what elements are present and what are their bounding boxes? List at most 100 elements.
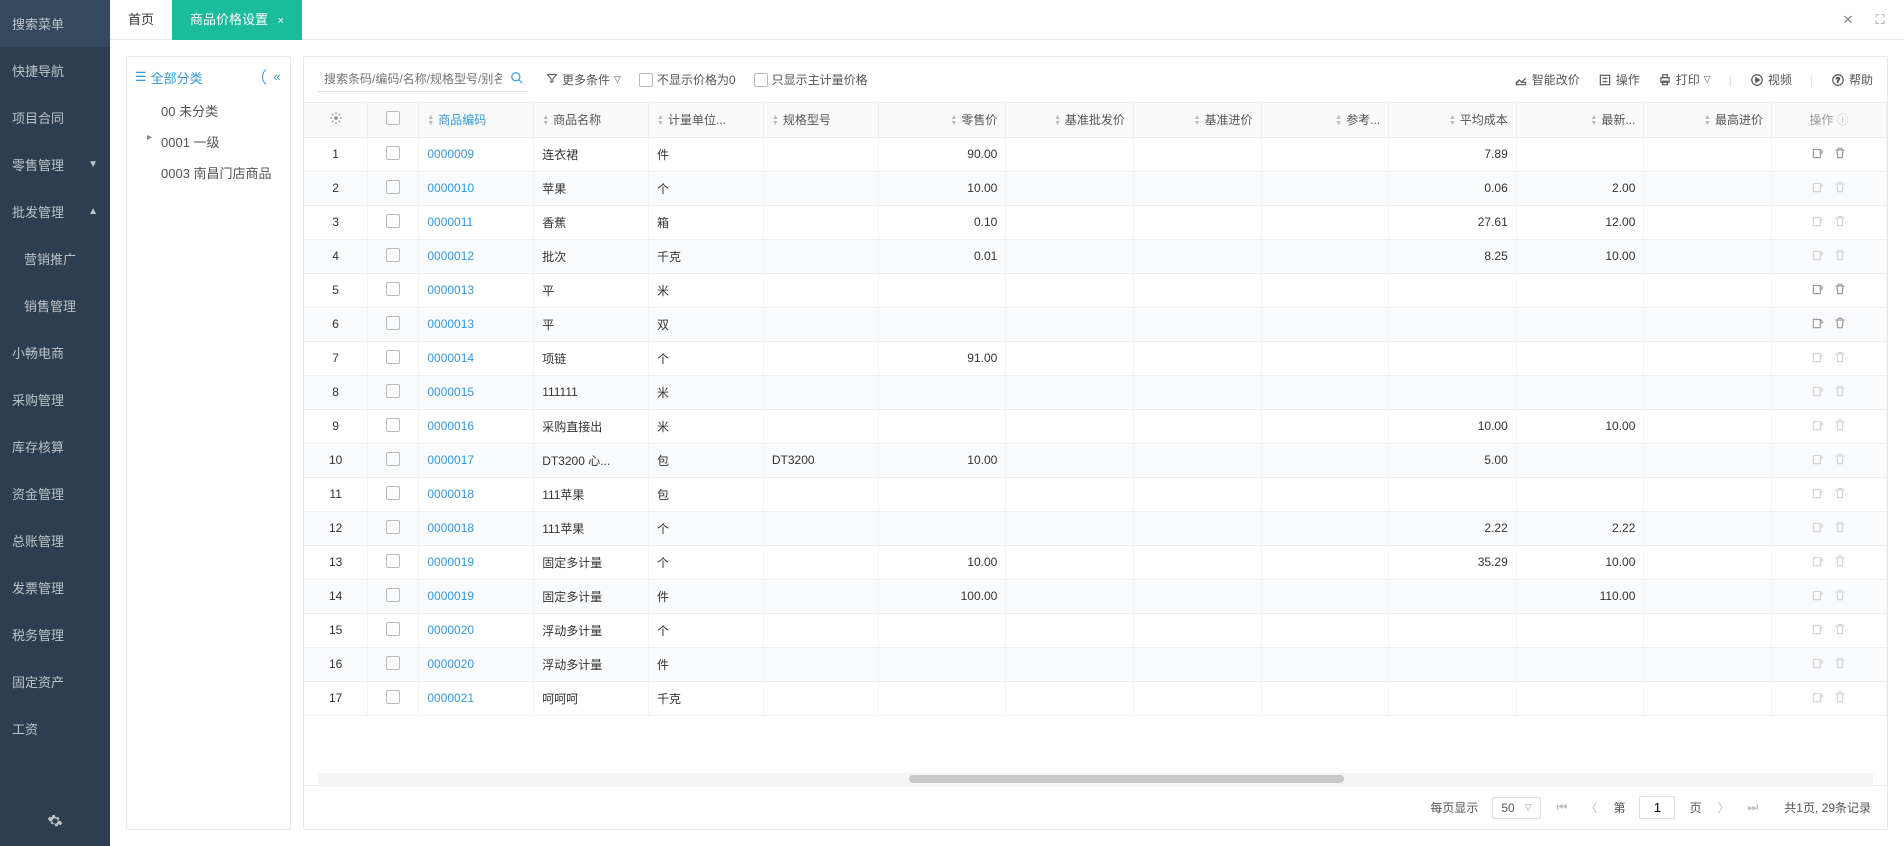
row-checkbox[interactable] [368, 443, 419, 477]
sidebar-item-15[interactable]: 工资 [0, 705, 110, 752]
row-edit-icon[interactable] [1811, 282, 1825, 299]
sidebar-item-1[interactable]: 快捷导航 [0, 47, 110, 94]
row-checkbox[interactable] [368, 477, 419, 511]
row-checkbox[interactable] [368, 375, 419, 409]
sort-icon[interactable]: ▲▼ [1194, 115, 1201, 127]
row-delete-icon[interactable] [1833, 146, 1847, 163]
row-checkbox[interactable] [368, 681, 419, 715]
row-delete-icon[interactable] [1833, 316, 1847, 333]
cell-code[interactable]: 0000020 [419, 613, 534, 647]
row-edit-icon[interactable] [1811, 316, 1825, 333]
main-unit-checkbox[interactable]: 只显示主计量价格 [754, 71, 868, 88]
col-header-1[interactable]: ▲▼商品名称 [534, 103, 649, 137]
row-checkbox[interactable] [368, 137, 419, 171]
sidebar-item-3[interactable]: 零售管理▼ [0, 141, 110, 188]
sidebar-item-2[interactable]: 项目合同 [0, 94, 110, 141]
row-checkbox[interactable] [368, 579, 419, 613]
col-header-7[interactable]: ▲▼参考... [1261, 103, 1389, 137]
search-input[interactable] [318, 67, 528, 92]
more-conditions-button[interactable]: 更多条件 ▽ [546, 71, 621, 88]
horizontal-scrollbar[interactable] [318, 773, 1873, 785]
tab-product-price[interactable]: 商品价格设置 × [172, 0, 302, 40]
cell-code[interactable]: 0000021 [419, 681, 534, 715]
sort-icon[interactable]: ▲▼ [1704, 115, 1711, 127]
row-checkbox[interactable] [368, 239, 419, 273]
row-checkbox[interactable] [368, 205, 419, 239]
sidebar-item-4[interactable]: 批发管理▲ [0, 188, 110, 235]
tab-home[interactable]: 首页 [110, 0, 172, 40]
cell-code[interactable]: 0000020 [419, 647, 534, 681]
close-icon[interactable]: × [278, 15, 284, 27]
sort-icon[interactable]: ▲▼ [1449, 115, 1456, 127]
col-header-4[interactable]: ▲▼零售价 [878, 103, 1006, 137]
col-settings[interactable] [304, 103, 368, 137]
sidebar-item-7[interactable]: 小畅电商 [0, 329, 110, 376]
row-checkbox[interactable] [368, 273, 419, 307]
next-page-button[interactable]: 〉 [1715, 799, 1731, 816]
cell-code[interactable]: 0000018 [419, 477, 534, 511]
row-checkbox[interactable] [368, 171, 419, 205]
cell-code[interactable]: 0000011 [419, 205, 534, 239]
sidebar-item-11[interactable]: 总账管理 [0, 517, 110, 564]
row-checkbox[interactable] [368, 409, 419, 443]
col-header-11[interactable]: 操作 ⓘ [1771, 103, 1886, 137]
sort-icon[interactable]: ▲▼ [1054, 115, 1061, 127]
smart-price-button[interactable]: 智能改价 [1514, 71, 1580, 88]
sort-icon[interactable]: ▲▼ [772, 115, 779, 127]
row-checkbox[interactable] [368, 307, 419, 341]
cell-code[interactable]: 0000016 [419, 409, 534, 443]
row-checkbox[interactable] [368, 341, 419, 375]
tree-node-2[interactable]: 0003 南昌门店商品 [135, 157, 282, 188]
cell-code[interactable]: 0000017 [419, 443, 534, 477]
row-checkbox[interactable] [368, 647, 419, 681]
cell-code[interactable]: 0000012 [419, 239, 534, 273]
cell-code[interactable]: 0000009 [419, 137, 534, 171]
help-icon[interactable]: ⓘ [1837, 113, 1849, 127]
sidebar-item-0[interactable]: 搜索菜单 [0, 0, 110, 47]
sidebar-item-6[interactable]: 销售管理 [0, 282, 110, 329]
cell-code[interactable]: 0000018 [419, 511, 534, 545]
sidebar-item-12[interactable]: 发票管理 [0, 564, 110, 611]
scrollbar-thumb[interactable] [909, 775, 1344, 783]
first-page-button[interactable]: ⏮ [1555, 800, 1570, 815]
help-button[interactable]: ? 帮助 [1831, 71, 1873, 88]
hide-zero-checkbox[interactable]: 不显示价格为0 [639, 71, 736, 88]
search-icon[interactable] [510, 71, 524, 88]
row-checkbox[interactable] [368, 511, 419, 545]
sidebar-item-10[interactable]: 资金管理 [0, 470, 110, 517]
cell-code[interactable]: 0000010 [419, 171, 534, 205]
col-select-all[interactable] [368, 103, 419, 137]
page-input[interactable] [1639, 796, 1675, 819]
close-all-tabs-button[interactable]: ✕ [1834, 6, 1862, 34]
print-button[interactable]: 打印 ▽ [1658, 71, 1711, 88]
sort-icon[interactable]: ▲▼ [950, 115, 957, 127]
col-header-8[interactable]: ▲▼平均成本 [1389, 103, 1517, 137]
operate-button[interactable]: 操作 [1598, 71, 1640, 88]
sort-icon[interactable]: ▲▼ [1590, 115, 1597, 127]
row-checkbox[interactable] [368, 613, 419, 647]
last-page-button[interactable]: ⏭ [1745, 800, 1760, 815]
prev-page-button[interactable]: 〈 [1583, 799, 1599, 816]
video-button[interactable]: 视频 [1750, 71, 1792, 88]
tree-node-0[interactable]: 00 未分类 [135, 95, 282, 126]
collapse-tree-button[interactable]: « [266, 65, 288, 87]
col-header-3[interactable]: ▲▼规格型号 [763, 103, 878, 137]
col-header-10[interactable]: ▲▼最高进价 [1644, 103, 1772, 137]
sidebar-item-8[interactable]: 采购管理 [0, 376, 110, 423]
col-header-6[interactable]: ▲▼基准进价 [1133, 103, 1261, 137]
cell-code[interactable]: 0000013 [419, 307, 534, 341]
col-header-9[interactable]: ▲▼最新... [1516, 103, 1644, 137]
cell-code[interactable]: 0000015 [419, 375, 534, 409]
tree-title[interactable]: 全部分类 [151, 68, 203, 87]
cell-code[interactable]: 0000019 [419, 545, 534, 579]
sidebar-item-9[interactable]: 库存核算 [0, 423, 110, 470]
col-header-2[interactable]: ▲▼计量单位... [649, 103, 764, 137]
cell-code[interactable]: 0000019 [419, 579, 534, 613]
sort-icon[interactable]: ▲▼ [542, 115, 549, 127]
sort-icon[interactable]: ▲▼ [1335, 115, 1342, 127]
tree-node-1[interactable]: 0001 一级 [135, 126, 282, 157]
sidebar-settings[interactable] [0, 799, 110, 846]
sort-icon[interactable]: ▲▼ [657, 115, 664, 127]
cell-code[interactable]: 0000014 [419, 341, 534, 375]
row-delete-icon[interactable] [1833, 282, 1847, 299]
